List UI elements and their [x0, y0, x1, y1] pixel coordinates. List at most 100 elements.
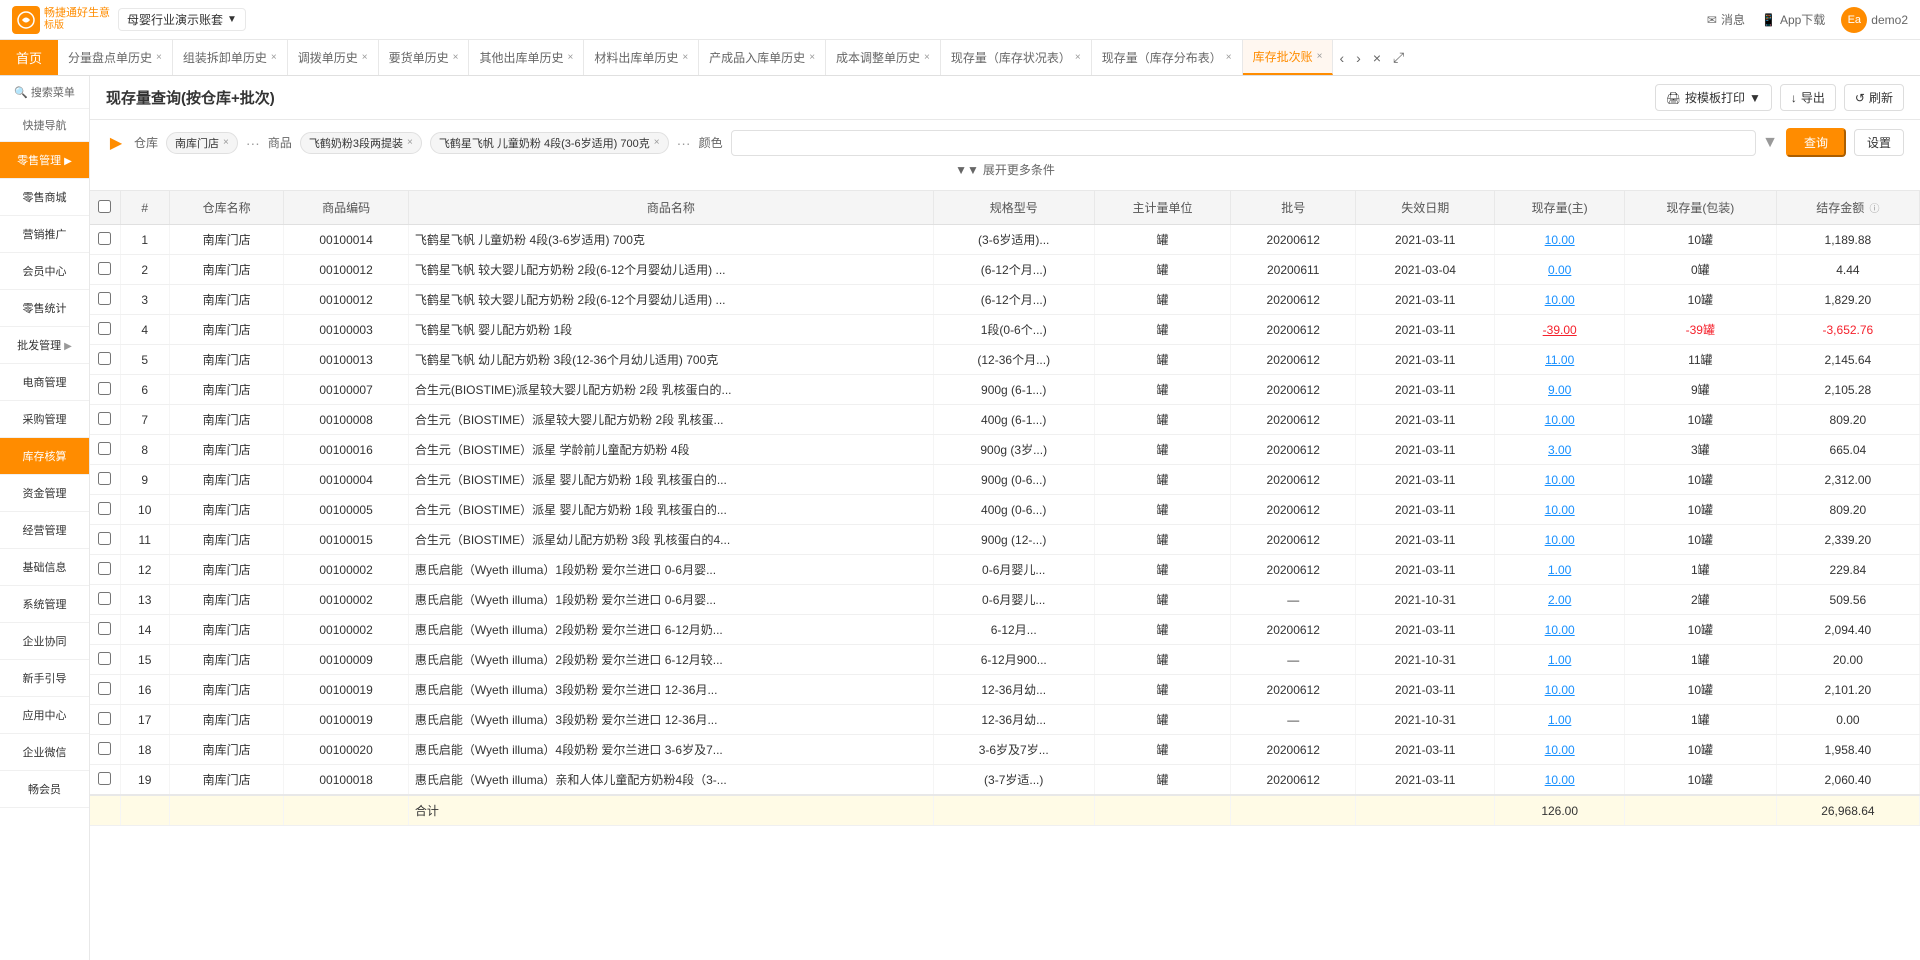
- sidebar-item-ecommerce[interactable]: 电商管理: [0, 364, 89, 401]
- tab-zuzhuan[interactable]: 组装拆卸单历史 ×: [173, 40, 288, 75]
- sidebar-item-inventory[interactable]: 库存核算: [0, 438, 89, 475]
- tab-close-icon[interactable]: ×: [1317, 51, 1323, 62]
- export-btn[interactable]: ↓ 导出: [1780, 84, 1836, 111]
- expand-more-btn[interactable]: ▼▼ 展开更多条件: [955, 161, 1055, 178]
- cell-qty-main[interactable]: 9.00: [1495, 375, 1624, 405]
- product-tag-2[interactable]: 飞鹤星飞帆 儿童奶粉 4段(3-6岁适用) 700克 ×: [430, 132, 669, 154]
- sidebar-item-member2[interactable]: 畅会员: [0, 771, 89, 808]
- sidebar-item-retail-mgmt[interactable]: 零售管理 ▶: [0, 142, 89, 179]
- tab-chancheng[interactable]: 产成品入库单历史 ×: [699, 40, 826, 75]
- cell-qty-main[interactable]: 1.00: [1495, 645, 1624, 675]
- sidebar-item-member[interactable]: 会员中心: [0, 253, 89, 290]
- sidebar-item-finance[interactable]: 资金管理: [0, 475, 89, 512]
- tab-close-icon[interactable]: ×: [682, 52, 688, 63]
- tab-yaohuo[interactable]: 要货单历史 ×: [379, 40, 470, 75]
- select-all-checkbox[interactable]: [98, 200, 111, 213]
- tab-close-icon[interactable]: ×: [1075, 52, 1081, 63]
- product-more-btn[interactable]: ···: [677, 135, 691, 151]
- tab-close-icon[interactable]: ×: [156, 52, 162, 63]
- cell-qty-main[interactable]: 3.00: [1495, 435, 1624, 465]
- balance-info-icon[interactable]: ⓘ: [1870, 204, 1880, 215]
- cell-qty-main[interactable]: -39.00: [1495, 315, 1624, 345]
- cell-checkbox[interactable]: [90, 495, 120, 525]
- cell-qty-main[interactable]: 10.00: [1495, 495, 1624, 525]
- cell-checkbox[interactable]: [90, 705, 120, 735]
- tab-fenliang[interactable]: 分量盘点单历史 ×: [58, 40, 173, 75]
- sidebar-item-operation[interactable]: 经营管理: [0, 512, 89, 549]
- tab-close-all-btn[interactable]: ×: [1367, 40, 1387, 75]
- color-input[interactable]: [731, 130, 1757, 156]
- tab-fullscreen-btn[interactable]: ⤢: [1387, 40, 1410, 75]
- cell-checkbox[interactable]: [90, 765, 120, 796]
- cell-qty-main[interactable]: 10.00: [1495, 675, 1624, 705]
- tag-close-icon[interactable]: ×: [223, 137, 229, 148]
- setting-btn[interactable]: 设置: [1854, 129, 1904, 156]
- cell-checkbox[interactable]: [90, 285, 120, 315]
- cell-checkbox[interactable]: [90, 675, 120, 705]
- tab-xiancun-kuangkuang[interactable]: 现存量（库存状况表） ×: [941, 40, 1092, 75]
- tab-close-icon[interactable]: ×: [924, 52, 930, 63]
- refresh-btn[interactable]: ↺ 刷新: [1844, 84, 1904, 111]
- cell-qty-main[interactable]: 10.00: [1495, 765, 1624, 796]
- cell-qty-main[interactable]: 10.00: [1495, 225, 1624, 255]
- cell-checkbox[interactable]: [90, 555, 120, 585]
- sidebar-item-retail-stat[interactable]: 零售统计: [0, 290, 89, 327]
- app-download-btn[interactable]: 📱 App下载: [1761, 11, 1825, 28]
- print-btn[interactable]: 🖨 按模板打印 ▼: [1655, 84, 1772, 111]
- cell-checkbox[interactable]: [90, 615, 120, 645]
- cell-qty-main[interactable]: 10.00: [1495, 615, 1624, 645]
- sidebar-item-app-center[interactable]: 应用中心: [0, 697, 89, 734]
- warehouse-more-btn[interactable]: ···: [246, 135, 260, 151]
- cell-qty-main[interactable]: 0.00: [1495, 255, 1624, 285]
- cell-qty-main[interactable]: 10.00: [1495, 285, 1624, 315]
- cell-checkbox[interactable]: [90, 525, 120, 555]
- tab-close-icon[interactable]: ×: [362, 52, 368, 63]
- tab-xiancun-fenbao[interactable]: 现存量（库存分布表） ×: [1092, 40, 1243, 75]
- user-avatar-btn[interactable]: Ea demo2: [1841, 7, 1908, 33]
- tab-next-btn[interactable]: ›: [1350, 40, 1367, 75]
- sidebar-item-system[interactable]: 系统管理: [0, 586, 89, 623]
- tab-home[interactable]: 首页: [0, 40, 58, 75]
- cell-checkbox[interactable]: [90, 735, 120, 765]
- sidebar-item-basic-info[interactable]: 基础信息: [0, 549, 89, 586]
- cell-qty-main[interactable]: 1.00: [1495, 555, 1624, 585]
- sidebar-item-retail-mall[interactable]: 零售商城: [0, 179, 89, 216]
- cell-qty-main[interactable]: 10.00: [1495, 405, 1624, 435]
- cell-qty-main[interactable]: 10.00: [1495, 465, 1624, 495]
- cell-checkbox[interactable]: [90, 345, 120, 375]
- sidebar-item-weixin[interactable]: 企业微信: [0, 734, 89, 771]
- color-dropdown-icon[interactable]: ▼: [1762, 134, 1778, 152]
- cell-checkbox[interactable]: [90, 435, 120, 465]
- cell-checkbox[interactable]: [90, 255, 120, 285]
- tab-cailiao[interactable]: 材料出库单历史 ×: [584, 40, 699, 75]
- tab-close-icon[interactable]: ×: [1226, 52, 1232, 63]
- tab-qitachu[interactable]: 其他出库单历史 ×: [469, 40, 584, 75]
- cell-qty-main[interactable]: 11.00: [1495, 345, 1624, 375]
- tab-diaobo[interactable]: 调拨单历史 ×: [288, 40, 379, 75]
- query-btn[interactable]: 查询: [1786, 128, 1846, 157]
- tab-close-icon[interactable]: ×: [453, 52, 459, 63]
- cell-checkbox[interactable]: [90, 405, 120, 435]
- cell-checkbox[interactable]: [90, 465, 120, 495]
- cell-checkbox[interactable]: [90, 375, 120, 405]
- sidebar-item-purchase[interactable]: 采购管理: [0, 401, 89, 438]
- cell-checkbox[interactable]: [90, 315, 120, 345]
- tag-close-icon[interactable]: ×: [407, 137, 413, 148]
- cell-qty-main[interactable]: 10.00: [1495, 525, 1624, 555]
- cell-checkbox[interactable]: [90, 225, 120, 255]
- tab-close-icon[interactable]: ×: [271, 52, 277, 63]
- tab-chengben[interactable]: 成本调整单历史 ×: [826, 40, 941, 75]
- tab-close-icon[interactable]: ×: [809, 52, 815, 63]
- sidebar-search[interactable]: 🔍 搜索菜单: [0, 76, 89, 109]
- cell-qty-main[interactable]: 2.00: [1495, 585, 1624, 615]
- message-btn[interactable]: ✉ 消息: [1707, 11, 1745, 28]
- cell-qty-main[interactable]: 10.00: [1495, 735, 1624, 765]
- tag-close-icon[interactable]: ×: [654, 137, 660, 148]
- tab-prev-btn[interactable]: ‹: [1333, 40, 1350, 75]
- sidebar-item-wholesale[interactable]: 批发管理 ▶: [0, 327, 89, 364]
- tab-kucun-pici[interactable]: 库存批次账 ×: [1243, 40, 1334, 75]
- sidebar-item-guide[interactable]: 新手引导: [0, 660, 89, 697]
- filter-expand-arrow-btn[interactable]: ▶: [106, 133, 126, 153]
- sidebar-item-corp-collab[interactable]: 企业协同: [0, 623, 89, 660]
- cell-checkbox[interactable]: [90, 585, 120, 615]
